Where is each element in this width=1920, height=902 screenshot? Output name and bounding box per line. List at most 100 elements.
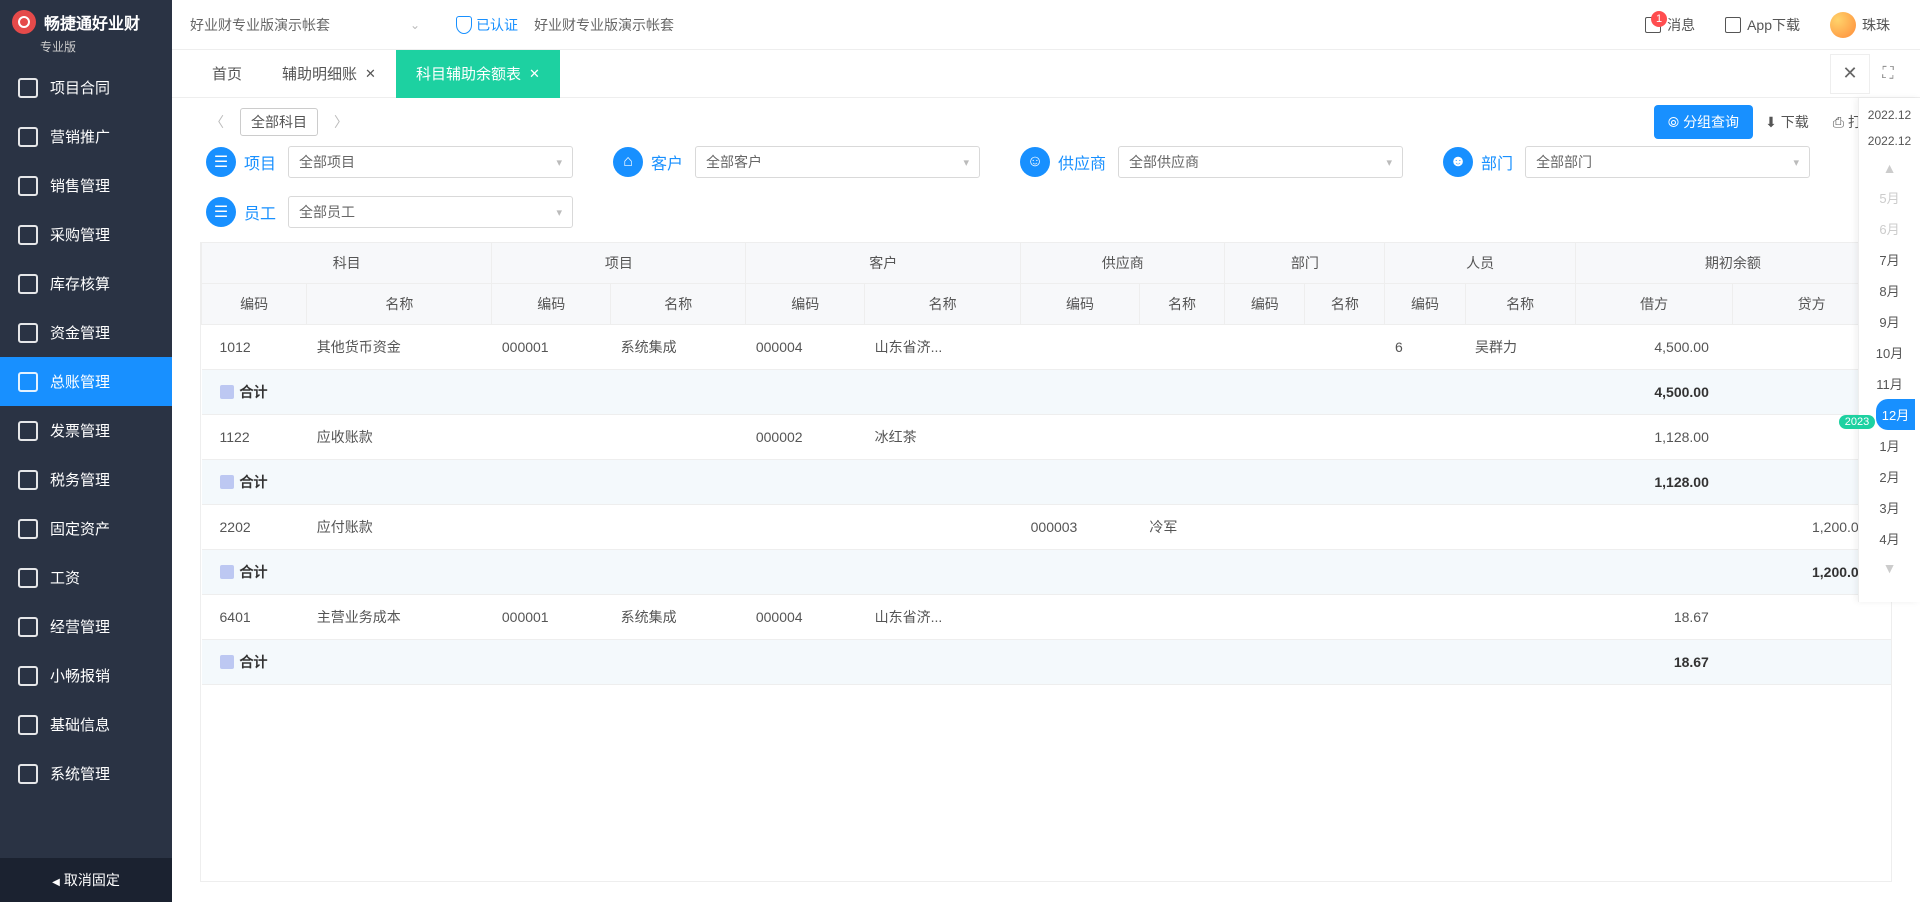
project-icon: ☰ <box>206 147 236 177</box>
sidebar-item[interactable]: 库存核算 <box>0 259 172 308</box>
period-scroll-up-icon[interactable]: ▲ <box>1877 154 1903 182</box>
sidebar-item[interactable]: 发票管理 <box>0 406 172 455</box>
tab[interactable]: 首页 <box>192 50 262 98</box>
avatar <box>1830 12 1856 38</box>
pin-toggle[interactable]: 取消固定 <box>0 858 172 902</box>
sidebar-item[interactable]: 资金管理 <box>0 308 172 357</box>
period-from[interactable]: 2022.12 <box>1868 102 1911 128</box>
search-icon: ⦾ <box>1668 114 1679 131</box>
sidebar-item[interactable]: 经营管理 <box>0 602 172 651</box>
table-row[interactable]: 1012其他货币资金000001系统集成000004山东省济...6吴群力4,5… <box>202 325 1891 370</box>
nav-icon <box>18 225 38 245</box>
filter-supplier-select[interactable]: 全部供应商 ▾ <box>1118 146 1403 178</box>
period-month[interactable]: 8月 <box>1870 275 1909 306</box>
tab[interactable]: 科目辅助余额表✕ <box>396 50 560 98</box>
cell: 2202 <box>202 505 307 550</box>
close-icon[interactable]: ✕ <box>365 66 376 82</box>
th-department-name: 名称 <box>1305 284 1385 325</box>
table-row[interactable]: 1122应收账款000002冰红茶1,128.00 <box>202 415 1891 460</box>
filter-project-select[interactable]: 全部项目 ▾ <box>288 146 573 178</box>
chevron-down-icon: ▾ <box>1387 156 1393 169</box>
phone-icon <box>1725 17 1741 33</box>
sidebar-item-label: 经营管理 <box>50 616 110 637</box>
sidebar-item[interactable]: 销售管理 <box>0 161 172 210</box>
close-icon[interactable]: ✕ <box>529 66 540 82</box>
supplier-icon: ☺ <box>1020 147 1050 177</box>
th-department-code: 编码 <box>1225 284 1305 325</box>
account-select[interactable]: 好业财专业版演示帐套 ⌄ <box>190 15 420 35</box>
cell <box>1225 595 1305 640</box>
period-month[interactable]: 11月 <box>1870 368 1909 399</box>
messages-button[interactable]: 消息 1 <box>1633 15 1707 35</box>
filter-customer-select[interactable]: 全部客户 ▾ <box>695 146 980 178</box>
cell <box>611 505 746 550</box>
cell: 冷军 <box>1139 505 1224 550</box>
filter-employee-select[interactable]: 全部员工 ▾ <box>288 196 573 228</box>
cell <box>1225 415 1305 460</box>
cell: 冰红茶 <box>865 415 1021 460</box>
breadcrumb-prev-icon[interactable]: 〈 <box>204 110 230 134</box>
username: 珠珠 <box>1862 15 1890 35</box>
brand-name: 畅捷通好业财 <box>44 10 140 34</box>
breadcrumb-next-icon[interactable]: 〉 <box>328 110 354 134</box>
sidebar-item[interactable]: 工资 <box>0 553 172 602</box>
th-customer-code: 编码 <box>746 284 865 325</box>
sidebar-item[interactable]: 税务管理 <box>0 455 172 504</box>
nav-icon <box>18 127 38 147</box>
group-query-button[interactable]: ⦾ 分组查询 <box>1654 105 1753 139</box>
period-month[interactable]: 9月 <box>1870 306 1909 337</box>
th-person-name: 名称 <box>1465 284 1575 325</box>
sidebar-item-label: 工资 <box>50 567 80 588</box>
cell-debit <box>1575 550 1733 595</box>
table-row[interactable]: 2202应付账款000003冷军1,200.00 <box>202 505 1891 550</box>
sidebar-item[interactable]: 项目合同 <box>0 63 172 112</box>
tab[interactable]: 辅助明细账✕ <box>262 50 396 98</box>
subtotal-icon <box>220 565 234 579</box>
subtotal-icon <box>220 475 234 489</box>
app-download-button[interactable]: App下载 <box>1713 15 1812 35</box>
breadcrumb-root[interactable]: 全部科目 <box>240 108 318 136</box>
cell <box>1139 415 1224 460</box>
cell: 000003 <box>1021 505 1140 550</box>
th-supplier-name: 名称 <box>1139 284 1224 325</box>
nav-icon <box>18 274 38 294</box>
period-month[interactable]: 4月 <box>1870 523 1909 554</box>
subtotal-row: 合计18.67 <box>202 640 1891 685</box>
th-supplier: 供应商 <box>1021 243 1225 284</box>
period-month[interactable]: 1月 <box>1870 430 1909 461</box>
th-person: 人员 <box>1385 243 1575 284</box>
sidebar-item[interactable]: 总账管理 <box>0 357 172 406</box>
download-button[interactable]: ⬇ 下载 <box>1753 105 1821 139</box>
period-month[interactable]: 10月 <box>1870 337 1909 368</box>
download-label: App下载 <box>1747 15 1800 35</box>
subtotal-icon <box>220 655 234 669</box>
download-icon: ⬇ <box>1765 114 1777 131</box>
sidebar-item[interactable]: 固定资产 <box>0 504 172 553</box>
filter-department-select[interactable]: 全部部门 ▾ <box>1525 146 1810 178</box>
sidebar-item[interactable]: 系统管理 <box>0 749 172 798</box>
period-month[interactable]: 3月 <box>1870 492 1909 523</box>
close-tab-button[interactable]: ✕ <box>1830 54 1870 94</box>
sidebar-item-label: 税务管理 <box>50 469 110 490</box>
sidebar-item[interactable]: 小畅报销 <box>0 651 172 700</box>
period-scroll-down-icon[interactable]: ▼ <box>1877 554 1903 582</box>
cell: 山东省济... <box>865 325 1021 370</box>
fullscreen-icon[interactable]: ⛶ <box>1876 54 1900 94</box>
sidebar-item[interactable]: 基础信息 <box>0 700 172 749</box>
table-row[interactable]: 6401主营业务成本000001系统集成000004山东省济...18.67 <box>202 595 1891 640</box>
print-icon: ⎙ <box>1833 114 1844 131</box>
cell: 000001 <box>492 595 611 640</box>
cell <box>1385 415 1465 460</box>
sidebar-item[interactable]: 采购管理 <box>0 210 172 259</box>
period-month[interactable]: 2月 <box>1870 461 1909 492</box>
period-month[interactable]: 12月2023 <box>1876 399 1915 430</box>
sidebar-item[interactable]: 营销推广 <box>0 112 172 161</box>
period-to[interactable]: 2022.12 <box>1868 128 1911 154</box>
cell <box>1465 595 1575 640</box>
filter-department-label: 部门 <box>1481 150 1513 174</box>
cell: 其他货币资金 <box>307 325 492 370</box>
period-month[interactable]: 7月 <box>1870 244 1909 275</box>
user-menu[interactable]: 珠珠 <box>1818 12 1902 38</box>
nav-icon <box>18 715 38 735</box>
cell: 山东省济... <box>865 595 1021 640</box>
